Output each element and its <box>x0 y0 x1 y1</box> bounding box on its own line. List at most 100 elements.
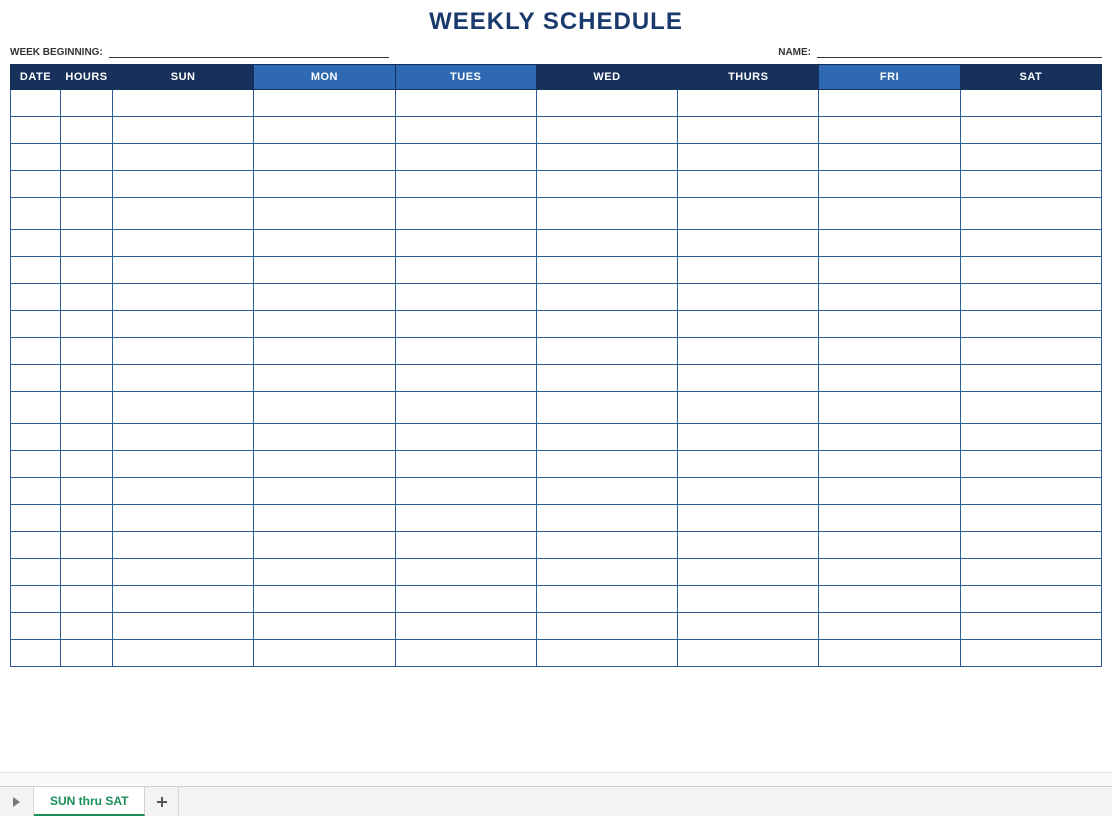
cell[interactable] <box>61 613 113 640</box>
cell[interactable] <box>61 451 113 478</box>
cell[interactable] <box>113 90 254 117</box>
cell[interactable] <box>678 257 819 284</box>
cell[interactable] <box>536 613 677 640</box>
cell[interactable] <box>254 478 395 505</box>
cell[interactable] <box>678 90 819 117</box>
cell[interactable] <box>11 640 61 667</box>
cell[interactable] <box>254 640 395 667</box>
cell[interactable] <box>819 311 960 338</box>
cell[interactable] <box>536 451 677 478</box>
cell[interactable] <box>11 144 61 171</box>
name-input[interactable] <box>817 46 1102 58</box>
cell[interactable] <box>960 424 1101 451</box>
cell[interactable] <box>254 198 395 230</box>
cell[interactable] <box>11 586 61 613</box>
cell[interactable] <box>536 586 677 613</box>
cell[interactable] <box>11 365 61 392</box>
cell[interactable] <box>395 144 536 171</box>
cell[interactable] <box>395 532 536 559</box>
cell[interactable] <box>113 451 254 478</box>
cell[interactable] <box>819 532 960 559</box>
cell[interactable] <box>819 144 960 171</box>
cell[interactable] <box>254 392 395 424</box>
cell[interactable] <box>536 532 677 559</box>
cell[interactable] <box>819 392 960 424</box>
cell[interactable] <box>678 365 819 392</box>
cell[interactable] <box>395 586 536 613</box>
cell[interactable] <box>11 230 61 257</box>
cell[interactable] <box>678 144 819 171</box>
cell[interactable] <box>11 198 61 230</box>
tab-scroll-right-icon[interactable] <box>0 787 34 816</box>
cell[interactable] <box>113 505 254 532</box>
cell[interactable] <box>61 257 113 284</box>
cell[interactable] <box>960 257 1101 284</box>
cell[interactable] <box>395 198 536 230</box>
cell[interactable] <box>678 640 819 667</box>
cell[interactable] <box>536 365 677 392</box>
cell[interactable] <box>11 392 61 424</box>
cell[interactable] <box>254 144 395 171</box>
cell[interactable] <box>536 230 677 257</box>
cell[interactable] <box>254 90 395 117</box>
cell[interactable] <box>11 424 61 451</box>
cell[interactable] <box>678 392 819 424</box>
cell[interactable] <box>536 392 677 424</box>
cell[interactable] <box>536 144 677 171</box>
cell[interactable] <box>960 640 1101 667</box>
cell[interactable] <box>819 424 960 451</box>
cell[interactable] <box>113 257 254 284</box>
cell[interactable] <box>960 117 1101 144</box>
cell[interactable] <box>61 338 113 365</box>
cell[interactable] <box>61 230 113 257</box>
cell[interactable] <box>678 171 819 198</box>
cell[interactable] <box>395 90 536 117</box>
cell[interactable] <box>678 117 819 144</box>
cell[interactable] <box>113 365 254 392</box>
cell[interactable] <box>113 559 254 586</box>
cell[interactable] <box>395 640 536 667</box>
cell[interactable] <box>113 586 254 613</box>
cell[interactable] <box>395 392 536 424</box>
cell[interactable] <box>819 640 960 667</box>
cell[interactable] <box>536 338 677 365</box>
cell[interactable] <box>61 144 113 171</box>
cell[interactable] <box>536 90 677 117</box>
cell[interactable] <box>819 451 960 478</box>
cell[interactable] <box>113 230 254 257</box>
cell[interactable] <box>960 505 1101 532</box>
cell[interactable] <box>678 559 819 586</box>
cell[interactable] <box>960 478 1101 505</box>
cell[interactable] <box>61 311 113 338</box>
cell[interactable] <box>61 365 113 392</box>
cell[interactable] <box>254 613 395 640</box>
cell[interactable] <box>536 424 677 451</box>
cell[interactable] <box>678 451 819 478</box>
cell[interactable] <box>11 284 61 311</box>
cell[interactable] <box>61 586 113 613</box>
cell[interactable] <box>61 392 113 424</box>
cell[interactable] <box>819 338 960 365</box>
cell[interactable] <box>536 311 677 338</box>
cell[interactable] <box>113 532 254 559</box>
cell[interactable] <box>960 613 1101 640</box>
cell[interactable] <box>678 586 819 613</box>
add-sheet-button[interactable] <box>145 787 179 816</box>
cell[interactable] <box>395 365 536 392</box>
cell[interactable] <box>61 424 113 451</box>
cell[interactable] <box>536 640 677 667</box>
cell[interactable] <box>819 198 960 230</box>
cell[interactable] <box>61 478 113 505</box>
cell[interactable] <box>113 640 254 667</box>
cell[interactable] <box>819 559 960 586</box>
cell[interactable] <box>678 338 819 365</box>
cell[interactable] <box>254 171 395 198</box>
cell[interactable] <box>395 230 536 257</box>
cell[interactable] <box>819 586 960 613</box>
cell[interactable] <box>678 230 819 257</box>
cell[interactable] <box>61 559 113 586</box>
cell[interactable] <box>113 613 254 640</box>
cell[interactable] <box>395 478 536 505</box>
cell[interactable] <box>395 613 536 640</box>
cell[interactable] <box>536 505 677 532</box>
